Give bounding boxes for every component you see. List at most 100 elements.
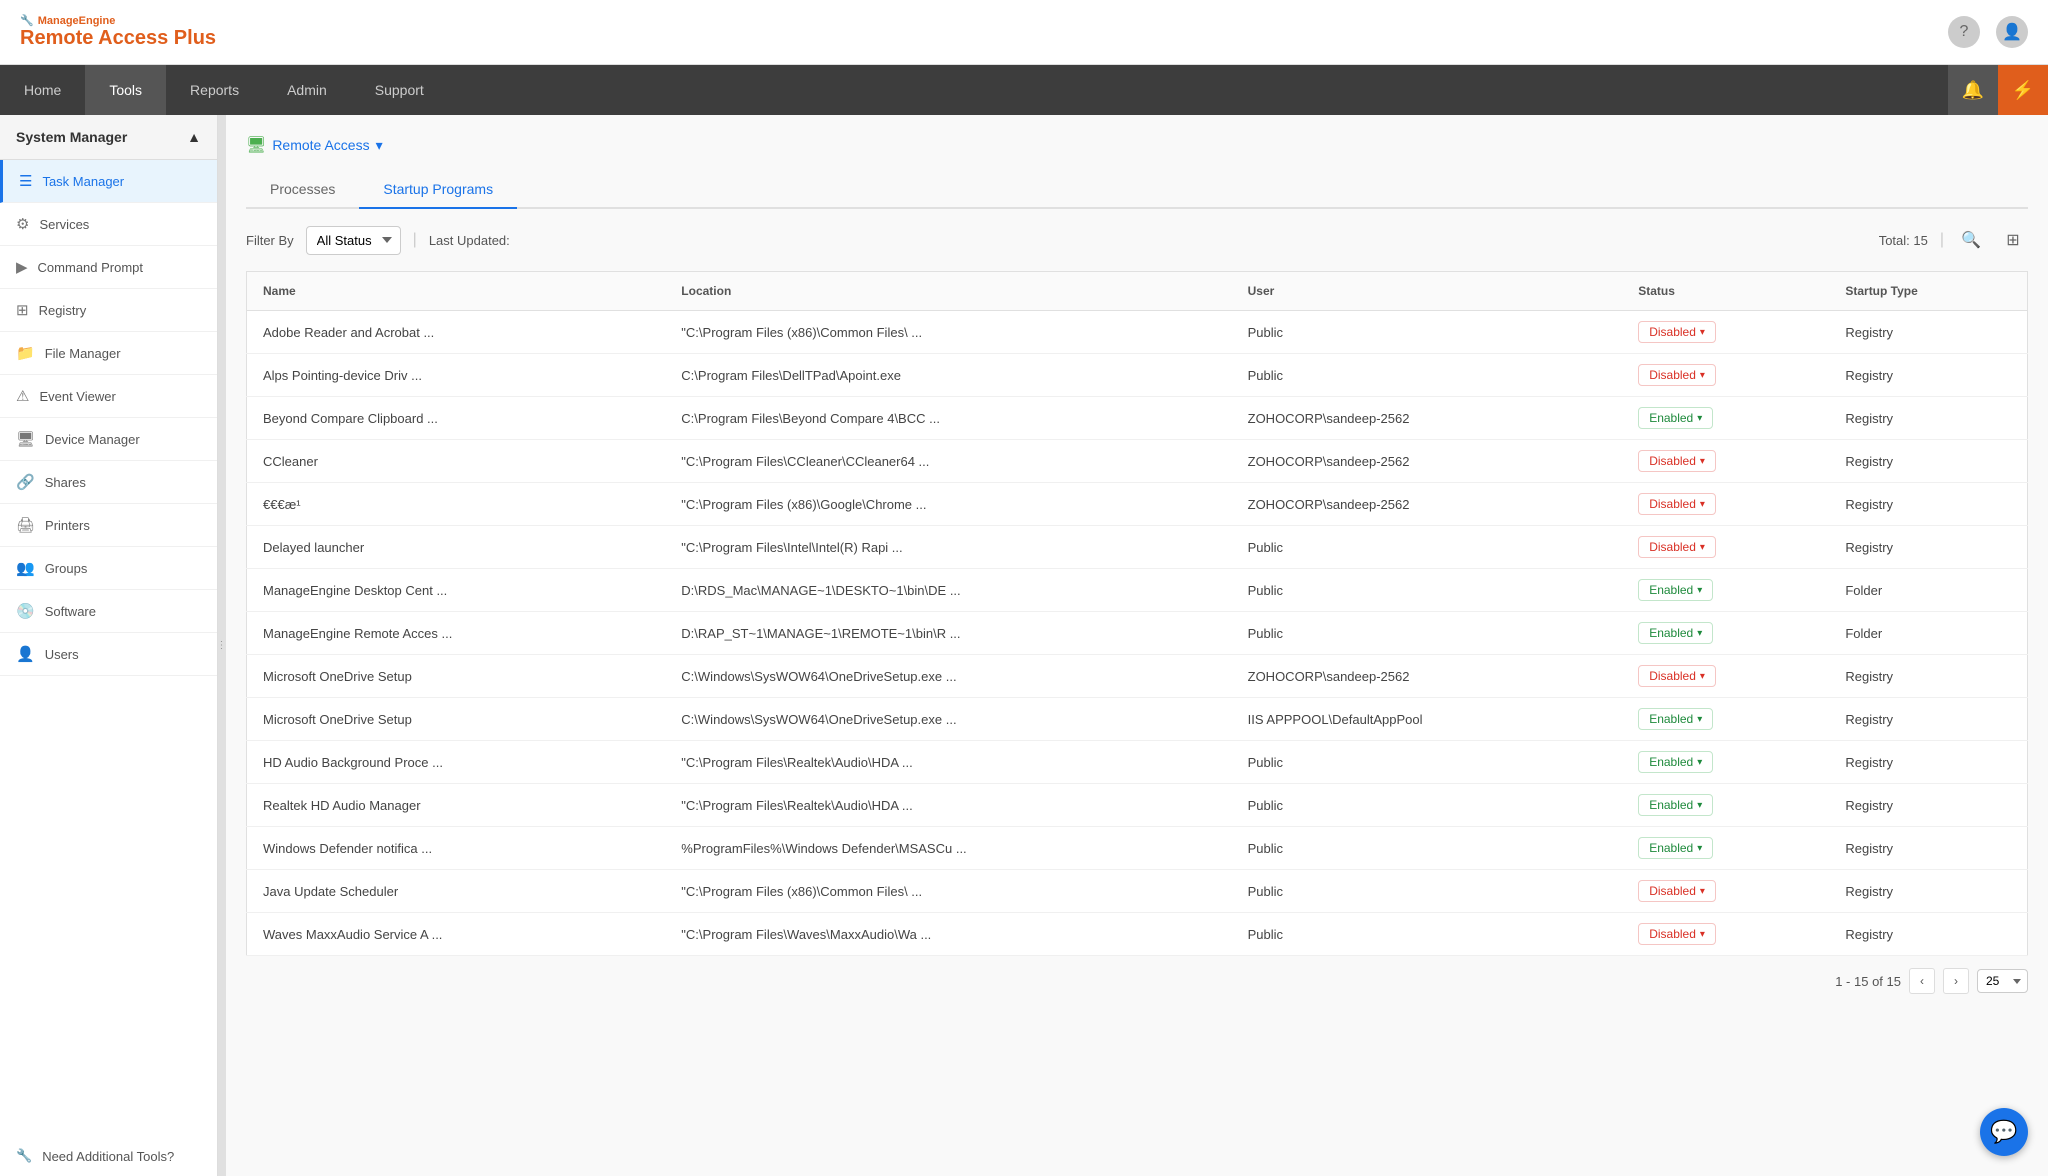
status-dropdown-arrow-0: ▾ xyxy=(1700,327,1705,338)
table-row: HD Audio Background Proce ... "C:\Progra… xyxy=(247,741,2028,784)
brand-name: ManageEngine xyxy=(38,15,116,27)
status-badge-3[interactable]: Disabled ▾ xyxy=(1638,450,1716,472)
status-badge-12[interactable]: Enabled ▾ xyxy=(1638,837,1713,859)
col-user: User xyxy=(1232,272,1623,311)
app-title-plus: Plus xyxy=(174,27,216,49)
sidebar-item-software[interactable]: 💿 Software xyxy=(0,590,217,633)
cell-user-1: Public xyxy=(1232,354,1623,397)
top-right: ? 👤 xyxy=(1948,16,2028,48)
main-layout: System Manager ▲ ☰ Task Manager ⚙ Servic… xyxy=(0,115,2048,1176)
sidebar-label-command-prompt: Command Prompt xyxy=(38,260,143,275)
cell-location-6: D:\RDS_Mac\MANAGE~1\DESKTO~1\bin\DE ... xyxy=(665,569,1231,612)
prev-page-btn[interactable]: ‹ xyxy=(1909,968,1935,994)
cell-location-7: D:\RAP_ST~1\MANAGE~1\REMOTE~1\bin\R ... xyxy=(665,612,1231,655)
cell-user-13: Public xyxy=(1232,870,1623,913)
cell-location-3: "C:\Program Files\CCleaner\CCleaner64 ..… xyxy=(665,440,1231,483)
nav-item-tools[interactable]: Tools xyxy=(85,65,166,115)
sidebar-header: System Manager ▲ xyxy=(0,115,217,160)
cell-name-7: ManageEngine Remote Acces ... xyxy=(247,612,666,655)
nav-item-admin[interactable]: Admin xyxy=(263,65,351,115)
cell-location-2: C:\Program Files\Beyond Compare 4\BCC ..… xyxy=(665,397,1231,440)
file-manager-icon: 📁 xyxy=(16,344,35,362)
help-icon[interactable]: ? xyxy=(1948,16,1980,48)
status-dropdown-arrow-4: ▾ xyxy=(1700,499,1705,510)
sidebar-item-shares[interactable]: 🔗 Shares xyxy=(0,461,217,504)
table-row: Microsoft OneDrive Setup C:\Windows\SysW… xyxy=(247,698,2028,741)
status-dropdown-arrow-9: ▾ xyxy=(1697,714,1702,725)
cell-location-1: C:\Program Files\DellTPad\Apoint.exe xyxy=(665,354,1231,397)
cell-status-3: Disabled ▾ xyxy=(1622,440,1829,483)
cell-startup-type-4: Registry xyxy=(1829,483,2027,526)
sidebar-item-file-manager[interactable]: 📁 File Manager xyxy=(0,332,217,375)
sidebar-item-groups[interactable]: 👥 Groups xyxy=(0,547,217,590)
status-badge-9[interactable]: Enabled ▾ xyxy=(1638,708,1713,730)
lightning-icon[interactable]: ⚡ xyxy=(1998,65,2048,115)
sidebar-item-event-viewer[interactable]: ⚠ Event Viewer xyxy=(0,375,217,418)
nav-item-reports[interactable]: Reports xyxy=(166,65,263,115)
cell-status-14: Disabled ▾ xyxy=(1622,913,1829,956)
sidebar-item-services[interactable]: ⚙ Services xyxy=(0,203,217,246)
search-icon[interactable]: 🔍 xyxy=(1956,225,1986,255)
tab-processes[interactable]: Processes xyxy=(246,171,359,209)
users-icon: 👤 xyxy=(16,645,35,663)
collapse-icon[interactable]: ▲ xyxy=(187,129,201,145)
breadcrumb-remote-access[interactable]: 🖥 Remote Access ▾ xyxy=(246,135,383,155)
cell-status-11: Enabled ▾ xyxy=(1622,784,1829,827)
status-badge-1[interactable]: Disabled ▾ xyxy=(1638,364,1716,386)
status-badge-4[interactable]: Disabled ▾ xyxy=(1638,493,1716,515)
table-row: Realtek HD Audio Manager "C:\Program Fil… xyxy=(247,784,2028,827)
chat-bubble[interactable]: 💬 xyxy=(1980,1108,2028,1156)
status-badge-14[interactable]: Disabled ▾ xyxy=(1638,923,1716,945)
status-badge-0[interactable]: Disabled ▾ xyxy=(1638,321,1716,343)
status-badge-11[interactable]: Enabled ▾ xyxy=(1638,794,1713,816)
status-badge-6[interactable]: Enabled ▾ xyxy=(1638,579,1713,601)
cell-name-9: Microsoft OneDrive Setup xyxy=(247,698,666,741)
sidebar-item-device-manager[interactable]: 🖥 Device Manager xyxy=(0,418,217,461)
sidebar-item-printers[interactable]: 🖨 Printers xyxy=(0,504,217,547)
content-area: 🖥 Remote Access ▾ Processes Startup Prog… xyxy=(226,115,2048,1176)
cell-location-10: "C:\Program Files\Realtek\Audio\HDA ... xyxy=(665,741,1231,784)
per-page-select[interactable]: 25 50 100 xyxy=(1977,969,2028,993)
cell-user-0: Public xyxy=(1232,311,1623,354)
status-dropdown-arrow-11: ▾ xyxy=(1697,800,1702,811)
sidebar-title: System Manager xyxy=(16,129,127,145)
sidebar-item-registry[interactable]: ⊞ Registry xyxy=(0,289,217,332)
cell-name-1: Alps Pointing-device Driv ... xyxy=(247,354,666,397)
sidebar-item-command-prompt[interactable]: ▶ Command Prompt xyxy=(0,246,217,289)
breadcrumb-arrow: ▾ xyxy=(376,137,383,154)
sidebar-label-task-manager: Task Manager xyxy=(42,174,124,189)
status-badge-5[interactable]: Disabled ▾ xyxy=(1638,536,1716,558)
cell-status-0: Disabled ▾ xyxy=(1622,311,1829,354)
cell-startup-type-6: Folder xyxy=(1829,569,2027,612)
cell-startup-type-14: Registry xyxy=(1829,913,2027,956)
status-dropdown-arrow-13: ▾ xyxy=(1700,886,1705,897)
cell-startup-type-3: Registry xyxy=(1829,440,2027,483)
notification-icon[interactable]: 🔔 xyxy=(1948,65,1998,115)
status-dropdown-arrow-3: ▾ xyxy=(1700,456,1705,467)
status-dropdown-arrow-12: ▾ xyxy=(1697,843,1702,854)
tab-startup-programs[interactable]: Startup Programs xyxy=(359,171,517,209)
user-avatar[interactable]: 👤 xyxy=(1996,16,2028,48)
tab-bar: Processes Startup Programs xyxy=(246,171,2028,209)
status-badge-7[interactable]: Enabled ▾ xyxy=(1638,622,1713,644)
sidebar-item-task-manager[interactable]: ☰ Task Manager xyxy=(0,160,217,203)
next-page-btn[interactable]: › xyxy=(1943,968,1969,994)
status-badge-10[interactable]: Enabled ▾ xyxy=(1638,751,1713,773)
resize-handle[interactable]: ⋮ xyxy=(218,115,226,1176)
sidebar-label-services: Services xyxy=(39,217,89,232)
status-badge-13[interactable]: Disabled ▾ xyxy=(1638,880,1716,902)
grid-view-icon[interactable]: ⊞ xyxy=(1998,225,2028,255)
need-additional-tools[interactable]: 🔧 Need Additional Tools? xyxy=(0,1136,217,1176)
nav-item-home[interactable]: Home xyxy=(0,65,85,115)
nav-item-support[interactable]: Support xyxy=(351,65,448,115)
status-badge-2[interactable]: Enabled ▾ xyxy=(1638,407,1713,429)
cell-user-11: Public xyxy=(1232,784,1623,827)
cell-startup-type-7: Folder xyxy=(1829,612,2027,655)
status-badge-8[interactable]: Disabled ▾ xyxy=(1638,665,1716,687)
sidebar-label-printers: Printers xyxy=(45,518,90,533)
table-row: Java Update Scheduler "C:\Program Files … xyxy=(247,870,2028,913)
status-filter-select[interactable]: All Status Enabled Disabled xyxy=(306,226,401,255)
sidebar-item-users[interactable]: 👤 Users xyxy=(0,633,217,676)
need-tools-label: Need Additional Tools? xyxy=(42,1149,174,1164)
col-name: Name xyxy=(247,272,666,311)
